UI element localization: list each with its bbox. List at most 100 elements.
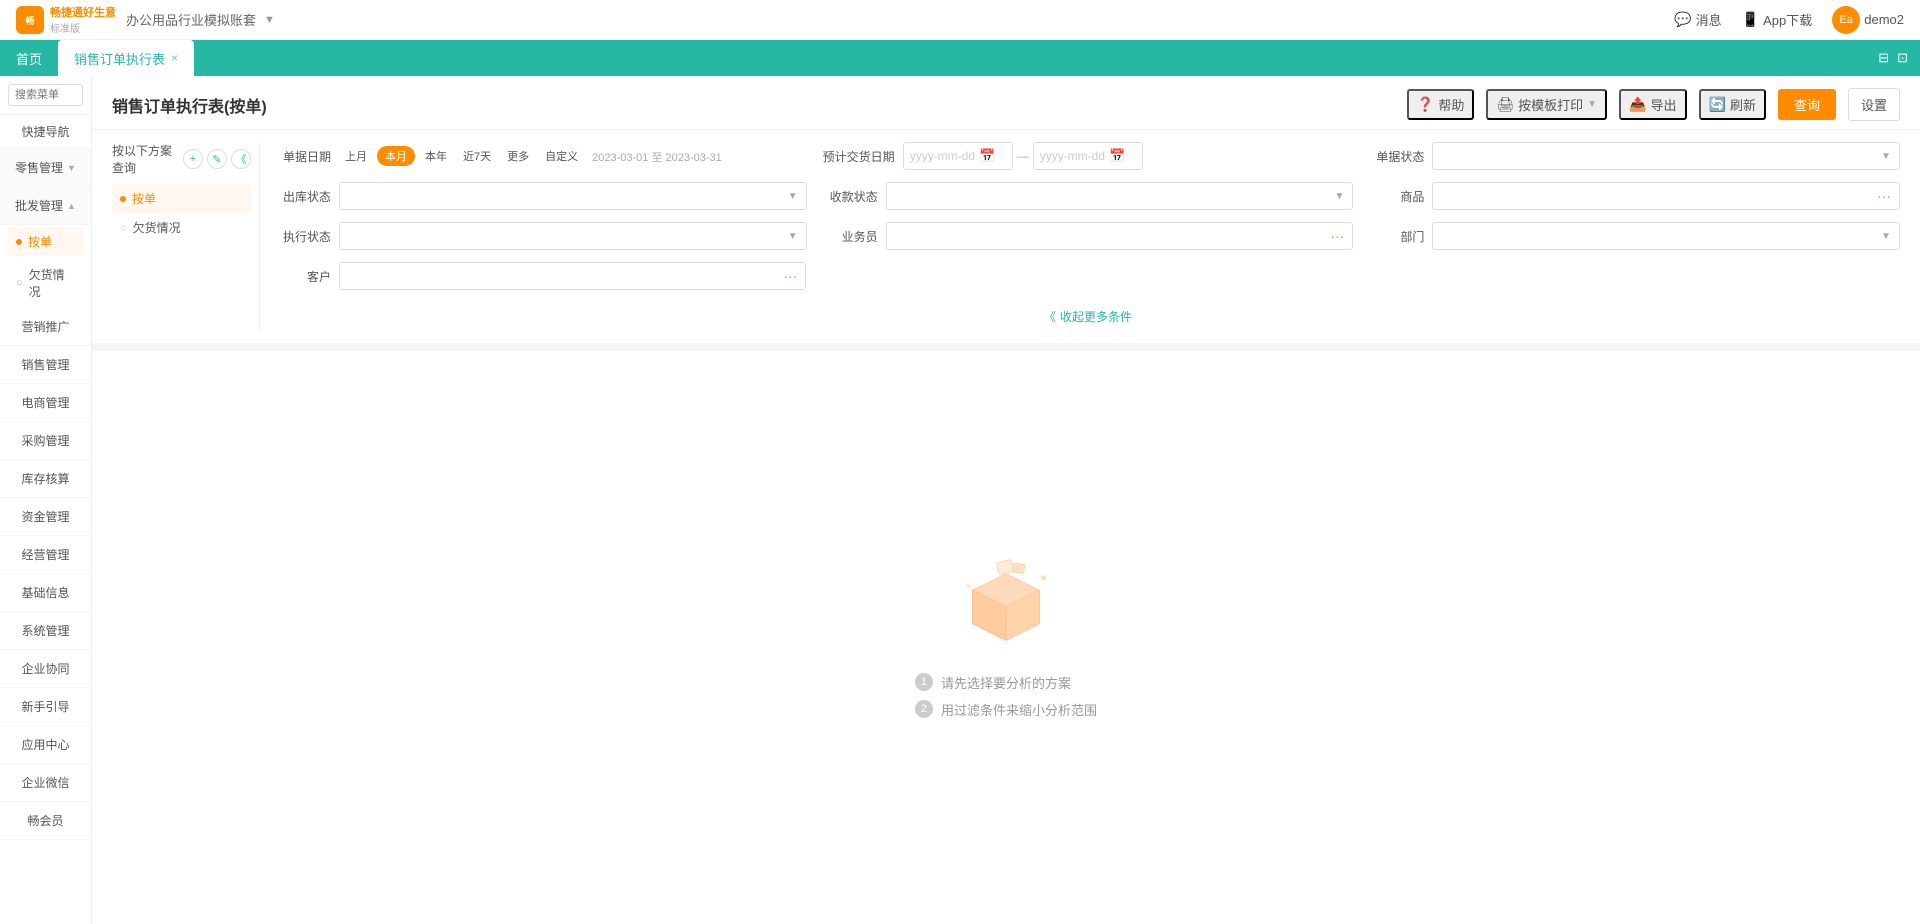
- sidebar-sub-item-backorder[interactable]: ○ 欠货情况: [8, 260, 83, 306]
- sidebar-item-ecommerce[interactable]: 电商管理: [0, 384, 91, 422]
- query-button[interactable]: 查询: [1778, 89, 1836, 120]
- header-left: 畅 畅捷通好生意 标准版 办公用品行业模拟账套 ▼: [16, 4, 275, 35]
- sidebar-item-finance[interactable]: 资金管理: [0, 498, 91, 536]
- export-label: 导出: [1651, 95, 1677, 114]
- tab-home[interactable]: 首页: [0, 40, 58, 76]
- sidebar-quick-nav-label: 快捷导航: [21, 125, 69, 139]
- delivery-date-end[interactable]: yyyy-mm-dd 📅: [1033, 142, 1143, 170]
- date-tab-custom[interactable]: 自定义: [539, 146, 584, 166]
- salesperson-dots-icon: ···: [1330, 228, 1344, 244]
- field-doc-status: 单据状态 ▼: [1369, 142, 1900, 170]
- settings-button[interactable]: 设置: [1848, 88, 1900, 121]
- backorder-bullet-icon: ○: [120, 222, 127, 234]
- tab-sales-order[interactable]: 销售订单执行表 ×: [58, 40, 194, 76]
- breadcrumb[interactable]: 办公用品行业模拟账套 ▼: [126, 10, 275, 29]
- sidebar: 快捷导航 零售管理 ▼ 批发管理 ▲ 按单 ○ 欠货情况 营销推广 销售管理 电…: [0, 76, 92, 924]
- sidebar-item-inventory[interactable]: 库存核算: [0, 460, 91, 498]
- sidebar-item-basic[interactable]: 基础信息: [0, 574, 91, 612]
- refresh-button[interactable]: 🔄 刷新: [1699, 89, 1766, 120]
- empty-hint-2: 2 用过滤条件来缩小分析范围: [915, 700, 1097, 719]
- date-tab-this-year[interactable]: 本年: [419, 146, 453, 166]
- customer-input[interactable]: ···: [339, 262, 806, 290]
- sub-item-order-label: 按单: [28, 233, 52, 250]
- doc-status-select[interactable]: ▼: [1432, 142, 1900, 170]
- ship-status-select[interactable]: ▼: [339, 182, 807, 210]
- sidebar-item-retail[interactable]: 零售管理 ▼: [0, 149, 91, 187]
- refresh-icon: 🔄: [1709, 96, 1726, 113]
- scheme-option-order[interactable]: 按单: [112, 184, 251, 213]
- sidebar-item-beginner[interactable]: 新手引导: [0, 688, 91, 726]
- exec-status-chevron-icon: ▼: [788, 231, 798, 242]
- sidebar-ecommerce-label: 电商管理: [21, 394, 69, 411]
- message-button[interactable]: 💬 消息: [1674, 10, 1721, 29]
- tab-close-icon[interactable]: ×: [171, 51, 178, 65]
- doc-date-label: 单据日期: [276, 148, 331, 165]
- sidebar-item-app-center[interactable]: 应用中心: [0, 726, 91, 764]
- sidebar-marketing-label: 营销推广: [21, 318, 69, 335]
- empty-illustration: [956, 557, 1056, 657]
- sidebar-sub-item-by-order[interactable]: 按单: [8, 227, 83, 256]
- export-button[interactable]: 📤 导出: [1619, 89, 1686, 120]
- delivery-end-text: yyyy-mm-dd: [1040, 149, 1105, 163]
- collapse-scheme-button[interactable]: 《: [231, 149, 251, 169]
- sidebar-item-purchase[interactable]: 采购管理: [0, 422, 91, 460]
- scheme-label: 按以下方案查询: [112, 142, 183, 176]
- print-icon: 🖨: [1496, 96, 1514, 113]
- print-button[interactable]: 🖨 按模板打印 ▼: [1486, 89, 1607, 120]
- sidebar-item-member[interactable]: 畅会员: [0, 802, 91, 840]
- calendar-start-icon: 📅: [979, 148, 995, 164]
- sidebar-item-operations[interactable]: 经营管理: [0, 536, 91, 574]
- logo-line1: 畅捷通好生意: [50, 4, 116, 20]
- goods-input[interactable]: ···: [1432, 182, 1900, 210]
- date-tab-this-month[interactable]: 本月: [377, 146, 415, 166]
- scheme-option-backorder[interactable]: ○ 欠货情况: [112, 213, 251, 242]
- doc-status-label: 单据状态: [1369, 148, 1424, 165]
- sidebar-item-system[interactable]: 系统管理: [0, 612, 91, 650]
- sidebar-item-marketing[interactable]: 营销推广: [0, 308, 91, 346]
- add-scheme-button[interactable]: +: [183, 149, 203, 169]
- date-tab-last-7days[interactable]: 近7天: [457, 146, 497, 166]
- payment-status-select[interactable]: ▼: [886, 182, 1354, 210]
- dept-label: 部门: [1369, 228, 1424, 245]
- page-title: 销售订单执行表(按单): [112, 93, 267, 117]
- scheme-actions: + ✎ 《: [183, 149, 251, 169]
- date-tab-more[interactable]: 更多: [501, 146, 535, 166]
- collapse-button[interactable]: 《 收起更多条件: [276, 302, 1900, 331]
- customer-label: 客户: [276, 268, 331, 285]
- content-area: 销售订单执行表(按单) ❓ 帮助 🖨 按模板打印 ▼ 📤 导出 🔄 刷新: [92, 76, 1920, 924]
- sidebar-item-enterprise-collab[interactable]: 企业协同: [0, 650, 91, 688]
- exec-status-select[interactable]: ▼: [339, 222, 807, 250]
- filter-left-panel: 按以下方案查询 + ✎ 《: [112, 142, 260, 331]
- export-icon: 📤: [1629, 96, 1646, 113]
- filter-row-4: 客户 ···: [276, 262, 1900, 290]
- search-input[interactable]: [8, 84, 83, 106]
- payment-status-label: 收款状态: [823, 188, 878, 205]
- ship-status-label: 出库状态: [276, 188, 331, 205]
- tab-bar: 首页 销售订单执行表 × ⊟ ⊡: [0, 40, 1920, 76]
- empty-hint-1: 1 请先选择要分析的方案: [915, 673, 1097, 692]
- download-icon: 📱: [1742, 11, 1759, 28]
- tab-close-btn[interactable]: ⊟: [1878, 50, 1889, 66]
- logo-area: 畅 畅捷通好生意 标准版: [16, 4, 116, 35]
- dept-select[interactable]: ▼: [1432, 222, 1900, 250]
- sidebar-item-enterprise-wechat[interactable]: 企业微信: [0, 764, 91, 802]
- sidebar-search-area: [0, 76, 91, 115]
- active-scheme-dot: [120, 196, 126, 202]
- user-area[interactable]: Ea demo2: [1832, 6, 1904, 34]
- field-payment-status: 收款状态 ▼: [823, 182, 1354, 210]
- message-icon: 💬: [1674, 11, 1691, 28]
- help-button[interactable]: ❓ 帮助: [1407, 89, 1474, 120]
- salesperson-input[interactable]: ···: [886, 222, 1354, 250]
- sidebar-item-wholesale[interactable]: 批发管理 ▲: [0, 187, 91, 225]
- app-download-button[interactable]: 📱 App下载: [1742, 10, 1813, 29]
- goods-dots-icon: ···: [1877, 188, 1891, 204]
- edit-scheme-button[interactable]: ✎: [207, 149, 227, 169]
- sidebar-item-sales[interactable]: 销售管理: [0, 346, 91, 384]
- delivery-date-start[interactable]: yyyy-mm-dd 📅: [903, 142, 1013, 170]
- tab-expand-btn[interactable]: ⊡: [1897, 50, 1908, 66]
- calendar-end-icon: 📅: [1109, 148, 1125, 164]
- date-tab-last-month[interactable]: 上月: [339, 146, 373, 166]
- print-arrow-icon: ▼: [1587, 99, 1597, 110]
- doc-status-chevron-icon: ▼: [1881, 151, 1891, 162]
- sidebar-item-quick-nav[interactable]: 快捷导航: [0, 115, 91, 149]
